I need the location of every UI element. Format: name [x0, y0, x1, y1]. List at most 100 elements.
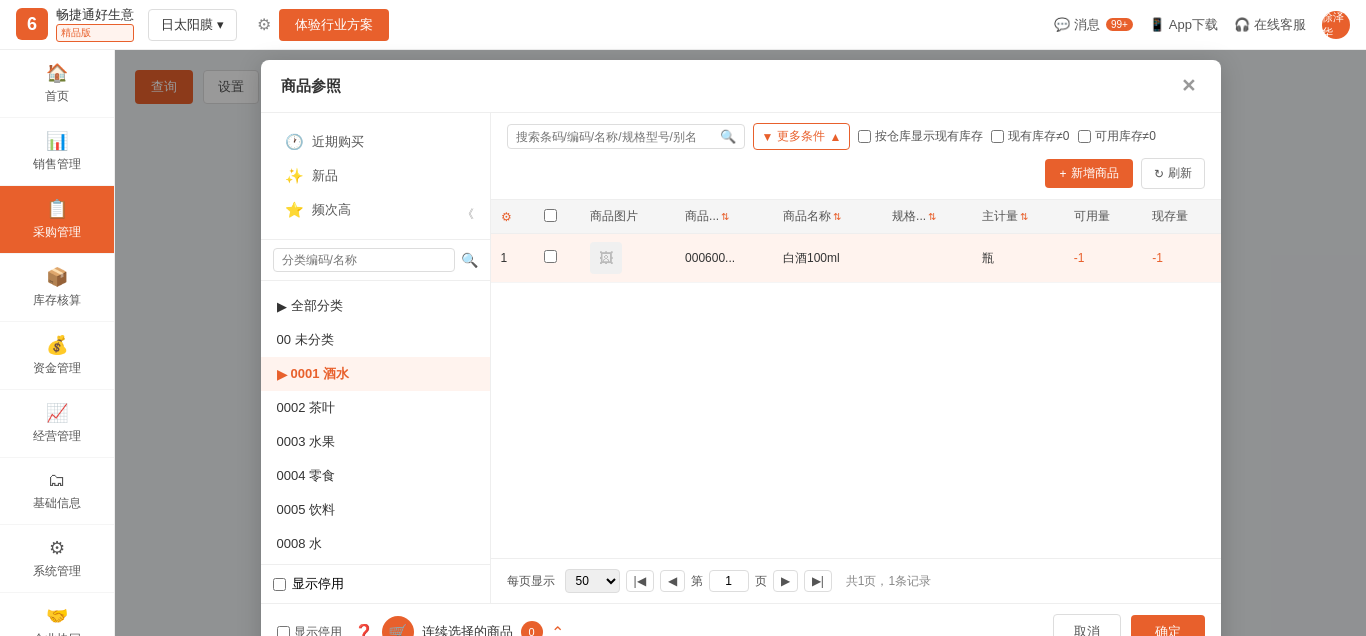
sidebar-item-sales[interactable]: 📊 销售管理	[0, 118, 114, 186]
product-search-input[interactable]	[516, 130, 716, 144]
modal-header: 商品参照 ✕	[261, 60, 1221, 113]
refresh-button[interactable]: ↻ 刷新	[1141, 158, 1205, 189]
arrow-icon-all: ▶	[277, 299, 287, 314]
col-settings[interactable]: ⚙	[491, 200, 534, 234]
footer-cart-area: ❓ 🛒 连续选择的商品 0 ⌃	[354, 616, 564, 636]
refresh-label: 刷新	[1168, 165, 1192, 182]
product-reference-modal: 商品参照 ✕ 🕐 近期购买	[261, 60, 1221, 636]
prev-page-button[interactable]: ◀	[660, 570, 685, 592]
select-all-checkbox[interactable]	[544, 209, 557, 222]
add-icon: +	[1059, 167, 1066, 181]
message-button[interactable]: 💬 消息 99+	[1054, 16, 1133, 34]
product-search-box: 🔍	[507, 124, 745, 149]
first-page-button[interactable]: |◀	[626, 570, 654, 592]
col-unit[interactable]: 主计量⇅	[972, 200, 1064, 234]
row-checkbox[interactable]	[544, 250, 557, 263]
sidebar-item-system[interactable]: ⚙ 系统管理	[0, 525, 114, 593]
image-icon: 🖼	[599, 250, 613, 266]
sidebar-item-procurement[interactable]: 📋 采购管理	[0, 186, 114, 254]
category-label-0004: 0004 零食	[277, 467, 336, 485]
row-index: 1	[491, 234, 534, 283]
next-page-button[interactable]: ▶	[773, 570, 798, 592]
toolbar: 🔍 ▼ 更多条件 ▲ 按仓库显示现有库存	[491, 113, 1221, 200]
tab-frequent[interactable]: ⭐ 频次高	[269, 193, 380, 227]
tab-new-products[interactable]: ✨ 新品	[269, 159, 380, 193]
sales-icon: 📊	[46, 130, 68, 152]
sidebar-label-inventory: 库存核算	[33, 292, 81, 309]
filter-more-button[interactable]: ▼ 更多条件 ▲	[753, 123, 851, 150]
sidebar-item-basic[interactable]: 🗂 基础信息	[0, 458, 114, 525]
col-code[interactable]: 商品...⇅	[675, 200, 773, 234]
check-usable-label: 可用库存≠0	[1095, 128, 1156, 145]
category-item-0008[interactable]: 0008 水	[261, 527, 490, 561]
logo-icon: 6	[16, 8, 48, 40]
modal-close-button[interactable]: ✕	[1177, 74, 1201, 98]
username-label: 徐泽华	[1322, 10, 1350, 40]
help-icon[interactable]: ❓	[354, 623, 374, 637]
check-warehouse-checkbox[interactable]	[858, 130, 871, 143]
modal-overlay: 商品参照 ✕ 🕐 近期购买	[115, 50, 1366, 636]
avatar[interactable]: 徐泽华	[1322, 11, 1350, 39]
page-info-label: 共1页，1条记录	[846, 573, 931, 590]
operations-icon: 📈	[46, 402, 68, 424]
left-panel-tabs: 🕐 近期购买 ✨ 新品 ⭐ 频次高	[261, 113, 490, 240]
app-download-button[interactable]: 📱 App下载	[1149, 16, 1218, 34]
sidebar-item-finance[interactable]: 💰 资金管理	[0, 322, 114, 390]
sidebar-item-home[interactable]: 🏠 首页	[0, 50, 114, 118]
modal-footer: 显示停用 ❓ 🛒 连续选择的商品 0 ⌃ 取消 确定	[261, 603, 1221, 636]
category-search-input[interactable]	[273, 248, 455, 272]
collab-icon: 🤝	[46, 605, 68, 627]
sidebar-item-operations[interactable]: 📈 经营管理	[0, 390, 114, 458]
table-row[interactable]: 1 🖼 000600... 白酒100ml	[491, 234, 1221, 283]
sidebar-label-procurement: 采购管理	[33, 224, 81, 241]
search-icon[interactable]: 🔍	[720, 129, 736, 144]
category-item-0001[interactable]: ▶ 0001 酒水	[261, 357, 490, 391]
table-header-row: ⚙ 商品图片 商品...⇅ 商品名称⇅ 规格...⇅ 主计量⇅ 可用量 现存量	[491, 200, 1221, 234]
show-disabled-checkbox[interactable]	[273, 578, 286, 591]
check-stock-group: 现有库存≠0	[991, 128, 1069, 145]
collapse-button[interactable]: 《	[454, 202, 482, 227]
refresh-icon: ↻	[1154, 167, 1164, 181]
sidebar-label-collab: 企业协同	[33, 631, 81, 636]
branch-dropdown[interactable]: 日太阳膜 ▾	[148, 9, 237, 41]
col-name[interactable]: 商品名称⇅	[773, 200, 882, 234]
cancel-button[interactable]: 取消	[1053, 614, 1121, 636]
col-checkbox[interactable]	[534, 200, 580, 234]
category-item-0002[interactable]: 0002 茶叶	[261, 391, 490, 425]
category-item-0003[interactable]: 0003 水果	[261, 425, 490, 459]
check-usable-checkbox[interactable]	[1078, 130, 1091, 143]
category-item-0004[interactable]: 0004 零食	[261, 459, 490, 493]
add-product-label: 新增商品	[1071, 165, 1119, 182]
product-table-area: ⚙ 商品图片 商品...⇅ 商品名称⇅ 规格...⇅ 主计量⇅ 可用量 现存量	[491, 200, 1221, 558]
tab-label-frequent: 频次高	[312, 201, 351, 219]
last-page-button[interactable]: ▶|	[804, 570, 832, 592]
per-page-select[interactable]: 50 10 20 100	[565, 569, 620, 593]
row-checkbox-cell[interactable]	[534, 234, 580, 283]
category-item-00[interactable]: 00 未分类	[261, 323, 490, 357]
footer-disabled-checkbox[interactable]	[277, 626, 290, 637]
inventory-icon: 📦	[46, 266, 68, 288]
gear-icon[interactable]: ⚙	[257, 15, 271, 34]
col-spec[interactable]: 规格...⇅	[882, 200, 972, 234]
star-icon: ⭐	[285, 201, 304, 219]
nav-right: 💬 消息 99+ 📱 App下载 🎧 在线客服 徐泽华	[1054, 11, 1350, 39]
add-product-button[interactable]: + 新增商品	[1045, 159, 1132, 188]
confirm-button[interactable]: 确定	[1131, 615, 1205, 636]
row-thumb-cell: 🖼	[580, 234, 675, 283]
tab-recent-purchase[interactable]: 🕐 近期购买	[269, 125, 380, 159]
cart-icon[interactable]: 🛒	[382, 616, 414, 636]
online-service-button[interactable]: 🎧 在线客服	[1234, 16, 1306, 34]
expand-up-icon[interactable]: ⌃	[551, 623, 564, 637]
sidebar-item-collab[interactable]: 🤝 企业协同	[0, 593, 114, 636]
system-icon: ⚙	[49, 537, 65, 559]
page-number-input[interactable]	[709, 570, 749, 592]
trial-button[interactable]: 体验行业方案	[279, 9, 389, 41]
category-label-0002: 0002 茶叶	[277, 399, 336, 417]
basic-icon: 🗂	[48, 470, 66, 491]
category-search-icon[interactable]: 🔍	[461, 252, 478, 268]
check-stock-checkbox[interactable]	[991, 130, 1004, 143]
category-item-all[interactable]: ▶ 全部分类	[261, 289, 490, 323]
category-item-0005[interactable]: 0005 饮料	[261, 493, 490, 527]
col-stock: 现存量	[1142, 200, 1220, 234]
sidebar-item-inventory[interactable]: 📦 库存核算	[0, 254, 114, 322]
